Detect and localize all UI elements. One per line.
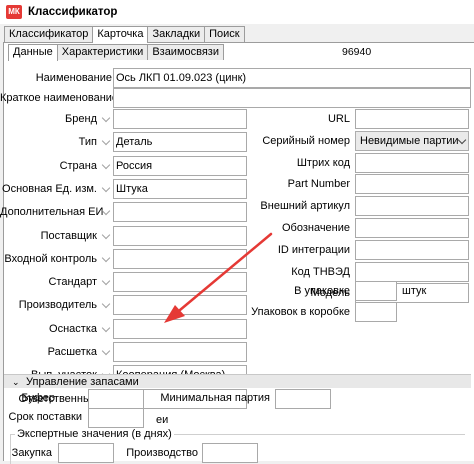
in-box-field[interactable] xyxy=(355,302,397,322)
chevron-down-icon[interactable] xyxy=(101,347,111,357)
production-label: Производство xyxy=(126,447,198,459)
subtab-relations[interactable]: Взаимосвязи xyxy=(147,44,224,60)
title-bar: МК Классификатор xyxy=(0,0,474,24)
buffer-field[interactable] xyxy=(88,389,144,409)
chevron-down-icon[interactable] xyxy=(101,161,111,171)
tab-bookmarks[interactable]: Закладки xyxy=(147,26,206,42)
right-field-label: Штрих код xyxy=(296,156,350,169)
subtab-data[interactable]: Данные xyxy=(8,44,58,61)
right-field-input[interactable] xyxy=(355,239,469,260)
in-package-label: В упаковке xyxy=(294,285,350,297)
chevron-down-icon[interactable] xyxy=(101,231,111,241)
stock-section-title: Управление запасами xyxy=(26,376,139,388)
serial-number-dropdown[interactable]: Невидимые партии xyxy=(355,130,469,151)
chevron-down-icon[interactable] xyxy=(101,300,111,310)
right-field-label: Обозначение xyxy=(281,222,350,234)
left-field-label: Оснастка xyxy=(49,322,97,335)
production-field[interactable] xyxy=(202,443,258,463)
right-field-label: Код ТНВЭД xyxy=(291,265,350,278)
tab-classifier[interactable]: Классификатор xyxy=(4,26,94,42)
left-field-input[interactable] xyxy=(113,248,247,269)
right-field-input[interactable] xyxy=(355,218,469,238)
chevron-down-icon[interactable] xyxy=(101,324,111,334)
in-box-label: Упаковок в коробке xyxy=(251,306,350,318)
right-field-input[interactable] xyxy=(355,152,469,173)
short-name-field[interactable] xyxy=(113,88,471,108)
chevron-down-icon[interactable] xyxy=(101,277,111,287)
left-field-input[interactable]: Штука xyxy=(113,178,247,199)
left-field-label: Поставщик xyxy=(40,229,97,242)
lead-time-label: Срок поставки xyxy=(8,411,82,423)
chevron-down-icon[interactable] xyxy=(101,254,111,264)
window-title: Классификатор xyxy=(28,6,118,18)
left-field-label: Входной контроль xyxy=(4,252,97,265)
app-logo-icon: МК xyxy=(6,5,22,19)
right-field-input[interactable] xyxy=(355,196,469,217)
left-field-label: Бренд xyxy=(65,113,97,125)
name-label: Наименование xyxy=(35,72,112,84)
right-field-label: Серийный номер xyxy=(262,134,350,147)
lead-time-field[interactable] xyxy=(88,408,144,428)
chevron-down-icon[interactable] xyxy=(101,114,111,124)
subtab-characteristics[interactable]: Характеристики xyxy=(56,44,149,60)
lead-time-unit: еи xyxy=(156,414,169,426)
stock-section-header[interactable]: ⌄ Управление запасами xyxy=(4,374,471,388)
right-field-label: ID интеграции xyxy=(277,243,350,256)
purchase-field[interactable] xyxy=(58,443,114,463)
left-field-label: Производитель xyxy=(18,299,97,312)
left-field-label: Тип xyxy=(78,136,97,149)
sub-tabs: Данные Характеристики Взаимосвязи xyxy=(8,44,224,61)
left-field-input[interactable]: Россия xyxy=(113,155,247,176)
left-field-label: Страна xyxy=(59,159,97,172)
right-field-input[interactable] xyxy=(355,174,469,195)
left-field-input[interactable] xyxy=(113,318,247,339)
name-field[interactable]: Ось ЛКП 01.09.023 (цинк) xyxy=(113,68,471,88)
left-field-input[interactable] xyxy=(113,109,247,129)
tab-search[interactable]: Поиск xyxy=(204,26,245,42)
right-field-input[interactable] xyxy=(355,109,469,129)
in-package-field[interactable] xyxy=(355,281,397,301)
purchase-label: Закупка xyxy=(11,447,52,459)
right-field-label: Внешний артикул xyxy=(260,200,350,213)
item-code: 96940 xyxy=(342,46,372,58)
in-package-unit: штук xyxy=(402,285,427,297)
chevron-down-icon[interactable] xyxy=(101,137,111,147)
left-field-input[interactable] xyxy=(113,225,247,246)
collapse-icon[interactable]: ⌄ xyxy=(12,375,20,389)
right-field-input[interactable] xyxy=(355,261,469,282)
left-field-input[interactable] xyxy=(113,202,247,223)
right-field-label: Part Number xyxy=(287,178,350,191)
min-batch-field[interactable] xyxy=(275,389,331,409)
expert-values-title: Экспертные значения (в днях) xyxy=(15,428,174,440)
left-field-input[interactable] xyxy=(113,272,247,293)
left-field-input[interactable] xyxy=(113,342,247,362)
chevron-down-icon[interactable] xyxy=(101,184,111,194)
main-tabs: Классификатор Карточка Закладки Поиск xyxy=(4,26,245,43)
left-field-input[interactable]: Деталь xyxy=(113,132,247,153)
left-field-label: Расшетка xyxy=(47,346,97,358)
left-field-label: Дополнительная ЕИ xyxy=(0,206,104,219)
chevron-down-icon[interactable] xyxy=(457,135,467,145)
buffer-label: Буфер xyxy=(21,392,55,404)
chevron-down-icon[interactable] xyxy=(101,207,111,217)
dropdown-value: Невидимые партии xyxy=(360,134,459,147)
short-name-label: Краткое наименование xyxy=(0,92,119,104)
tab-card[interactable]: Карточка xyxy=(92,26,149,43)
right-field-label: URL xyxy=(327,113,350,125)
left-field-label: Основная Ед. изм. xyxy=(2,182,97,195)
left-field-label: Стандарт xyxy=(48,276,97,289)
min-batch-label: Минимальная партия xyxy=(160,392,270,404)
